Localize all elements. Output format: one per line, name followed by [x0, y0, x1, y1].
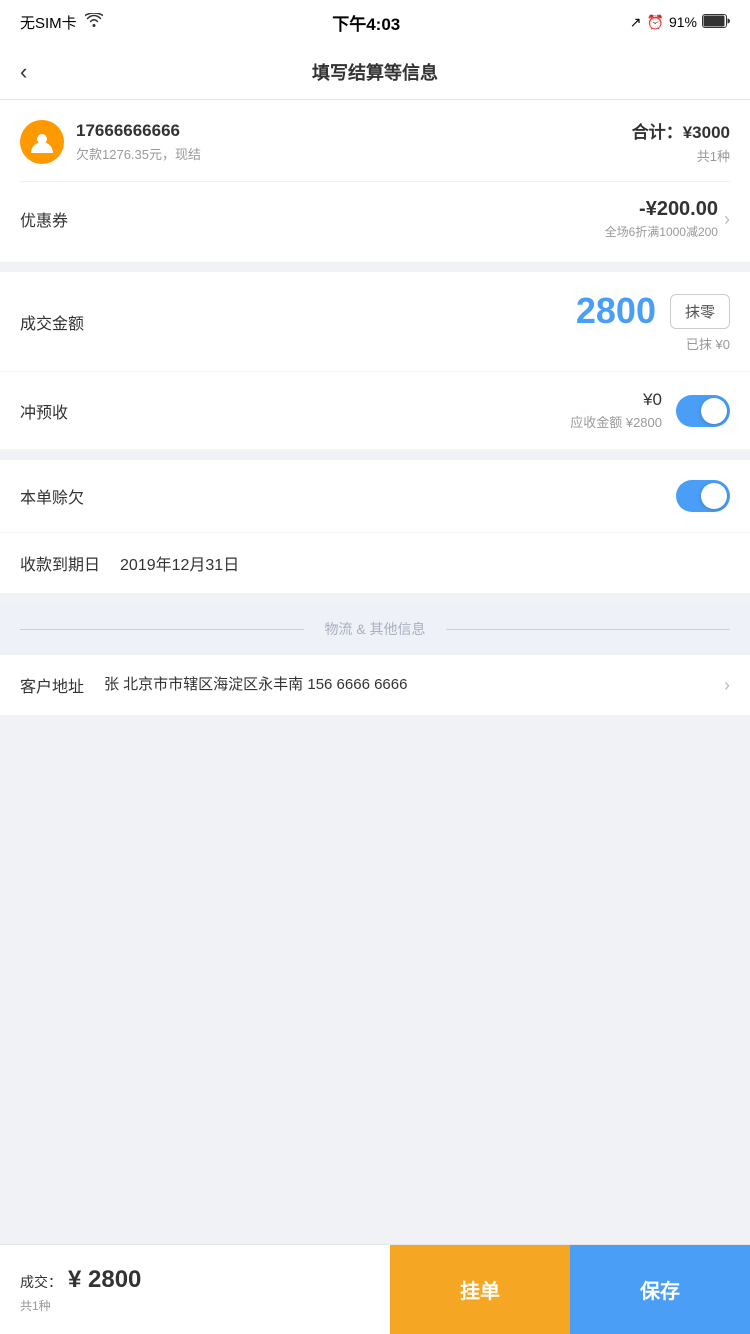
due-date-row: 收款到期日 2019年12月31日	[0, 532, 750, 593]
address-row[interactable]: 客户地址 张 北京市市辖区海淀区永丰南 156 6666 6666 ›	[0, 655, 750, 715]
bottom-deal-amount: ¥ 2800	[68, 1266, 141, 1294]
coupon-desc: 全场6折满1000减200	[605, 223, 718, 240]
status-bar: 无SIM卡 下午4:03 ↗ ⏰ 91%	[0, 0, 750, 44]
total-count: 共1种	[632, 146, 730, 165]
deal-amount-value-area: 2800 抹零	[576, 290, 730, 332]
advance-sub: 应收金额 ¥2800	[570, 412, 662, 431]
logistics-divider-left	[20, 629, 304, 630]
status-time: 下午4:03	[332, 10, 400, 35]
address-chevron-icon: ›	[724, 675, 730, 696]
deal-amount-label: 成交金额	[20, 310, 84, 334]
due-date-value: 2019年12月31日	[120, 551, 239, 575]
deal-amount-row: 成交金额 2800 抹零 已抹 ¥0	[0, 272, 750, 372]
save-button[interactable]: 保存	[570, 1245, 750, 1334]
battery-icon	[702, 14, 730, 31]
coupon-discount: -¥200.00	[605, 198, 718, 221]
hold-button[interactable]: 挂单	[390, 1245, 570, 1334]
nav-bar: ‹ 填写结算等信息	[0, 44, 750, 100]
logistics-divider-right	[446, 629, 730, 630]
deal-section: 成交金额 2800 抹零 已抹 ¥0 冲预收 ¥0 应收金额 ¥2800	[0, 272, 750, 450]
address-section: 客户地址 张 北京市市辖区海淀区永丰南 156 6666 6666 ›	[0, 655, 750, 715]
address-value: 张 北京市市辖区海淀区永丰南 156 6666 6666	[104, 674, 724, 697]
bottom-deal-label: 成交：	[20, 1272, 62, 1292]
customer-total: 合计：¥3000 共1种	[632, 118, 730, 165]
carrier-text: 无SIM卡	[20, 12, 77, 33]
wifi-icon	[85, 13, 103, 31]
total-value: ¥3000	[683, 123, 730, 142]
battery-text: 91%	[669, 14, 697, 30]
page-title: 填写结算等信息	[312, 59, 438, 85]
customer-phone: 17666666666	[76, 121, 201, 141]
customer-left: 17666666666 欠款1276.35元，现结	[20, 120, 201, 164]
advance-payment-row: 冲预收 ¥0 应收金额 ¥2800	[0, 372, 750, 450]
coupon-chevron-icon: ›	[724, 209, 730, 230]
customer-card: 17666666666 欠款1276.35元，现结 合计：¥3000 共1种 优…	[0, 100, 750, 262]
advance-right: ¥0 应收金额 ¥2800	[570, 390, 730, 431]
back-button[interactable]: ‹	[20, 59, 27, 85]
logistics-label: 物流 & 其他信息	[324, 619, 425, 639]
customer-row: 17666666666 欠款1276.35元，现结 合计：¥3000 共1种	[20, 118, 730, 165]
coupon-right: -¥200.00 全场6折满1000减200 ›	[605, 198, 730, 240]
address-label: 客户地址	[20, 673, 84, 697]
bottom-bar: 成交： ¥ 2800 共1种 挂单 保存	[0, 1244, 750, 1334]
advance-label: 冲预收	[20, 399, 68, 423]
advance-payment-toggle[interactable]	[676, 395, 730, 427]
avatar	[20, 120, 64, 164]
debt-label: 本单赊欠	[20, 484, 84, 508]
debt-section: 本单赊欠 收款到期日 2019年12月31日	[0, 460, 750, 593]
debt-row: 本单赊欠	[0, 460, 750, 532]
bottom-deal: 成交： ¥ 2800	[20, 1266, 370, 1294]
advance-amount-block: ¥0 应收金额 ¥2800	[570, 390, 662, 431]
total-amount: 合计：¥3000	[632, 118, 730, 143]
bottom-summary: 成交： ¥ 2800 共1种	[0, 1266, 390, 1314]
status-left: 无SIM卡	[20, 12, 103, 33]
deal-amount-value: 2800	[576, 290, 656, 332]
content: 17666666666 欠款1276.35元，现结 合计：¥3000 共1种 优…	[0, 100, 750, 895]
bottom-count: 共1种	[20, 1297, 370, 1314]
status-right: ↗ ⏰ 91%	[630, 14, 730, 31]
deal-sub-text: 已抹 ¥0	[686, 334, 730, 353]
customer-info: 17666666666 欠款1276.35元，现结	[76, 121, 201, 163]
logistics-section: 物流 & 其他信息	[0, 603, 750, 655]
customer-debt: 欠款1276.35元，现结	[76, 144, 201, 163]
total-label: 合计：	[632, 123, 683, 142]
debt-order-toggle[interactable]	[676, 480, 730, 512]
coupon-row[interactable]: 优惠券 -¥200.00 全场6折满1000减200 ›	[20, 181, 730, 244]
round-zero-button[interactable]: 抹零	[670, 294, 730, 329]
coupon-label: 优惠券	[20, 207, 68, 231]
due-date-label: 收款到期日	[20, 551, 100, 575]
location-icon: ↗	[630, 14, 642, 31]
advance-amount: ¥0	[570, 390, 662, 410]
gray-area	[0, 715, 750, 795]
alarm-icon: ⏰	[647, 14, 664, 31]
